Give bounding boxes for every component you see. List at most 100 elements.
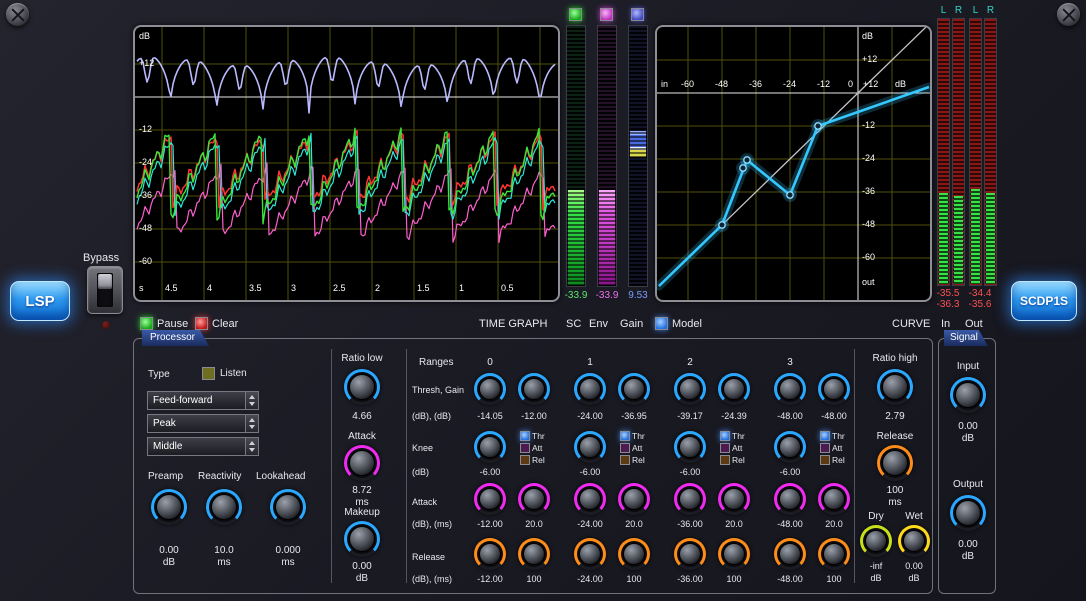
range3-knee-att-checkbox[interactable] [820, 443, 830, 453]
range3-knee-knob[interactable] [774, 431, 806, 463]
model-button[interactable]: SCDP1S [1011, 281, 1077, 321]
range0-knee-att-checkbox[interactable] [520, 443, 530, 453]
listen-label[interactable]: Listen [220, 368, 247, 380]
range2-release-level-knob[interactable] [674, 538, 706, 570]
ratio-low-knob[interactable] [344, 369, 380, 405]
clear-checkbox[interactable] [195, 317, 208, 330]
range3-release-time-knob[interactable] [818, 538, 850, 570]
sc-meter-toggle[interactable] [569, 8, 582, 21]
thresh-row-label: Thresh, Gain [412, 385, 472, 396]
mode-select-spinner[interactable] [246, 391, 259, 410]
range0-knee-knob[interactable] [474, 431, 506, 463]
clear-label[interactable]: Clear [212, 318, 238, 331]
range1-knee-thr-label[interactable]: Thr [632, 431, 645, 441]
range2-knee-thr-checkbox[interactable] [720, 431, 730, 441]
range3-gain-knob[interactable] [818, 373, 850, 405]
model-label[interactable]: Model [672, 318, 702, 331]
env-meter-toggle[interactable] [600, 8, 613, 21]
chevron-up-icon[interactable] [249, 395, 255, 399]
env-label[interactable]: Env [589, 318, 608, 331]
range0-gain-knob[interactable] [518, 373, 550, 405]
listen-checkbox[interactable] [202, 367, 215, 380]
range0-release-level-knob[interactable] [474, 538, 506, 570]
range1-release-time-knob[interactable] [618, 538, 650, 570]
bypass-switch-knob [98, 274, 112, 289]
range1-knee-knob[interactable] [574, 431, 606, 463]
range0-knee-att-label[interactable]: Att [532, 443, 542, 453]
in-meter-label[interactable]: In [941, 318, 950, 331]
attack-knob[interactable] [344, 445, 380, 481]
range1-attack-level-knob[interactable] [574, 483, 606, 515]
range0-attack-level-knob[interactable] [474, 483, 506, 515]
pause-checkbox[interactable] [140, 317, 153, 330]
range0-release-time-knob[interactable] [518, 538, 550, 570]
model-checkbox[interactable] [655, 317, 668, 330]
time-x-tick: 1.5 [417, 283, 430, 293]
sc-label[interactable]: SC [566, 318, 581, 331]
input-gain-knob[interactable] [950, 377, 986, 413]
mode-select[interactable]: Feed-forward [147, 391, 259, 410]
range3-threshold-knob[interactable] [774, 373, 806, 405]
range2-attack-level-knob[interactable] [674, 483, 706, 515]
bypass-switch[interactable] [87, 266, 123, 314]
range1-threshold-knob[interactable] [574, 373, 606, 405]
range1-knee-rel-checkbox[interactable] [620, 455, 630, 465]
ratio-high-knob[interactable] [877, 369, 913, 405]
range3-knee-rel-label[interactable]: Rel [832, 455, 845, 465]
range1-knee-att-label[interactable]: Att [632, 443, 642, 453]
range3-attack-level-knob[interactable] [774, 483, 806, 515]
chevron-down-icon[interactable] [249, 402, 255, 406]
chevron-down-icon[interactable] [249, 448, 255, 452]
makeup-knob[interactable] [344, 521, 380, 557]
lookahead-knob[interactable] [270, 489, 306, 525]
release-knob[interactable] [877, 445, 913, 481]
gain-meter-toggle[interactable] [631, 8, 644, 21]
chevron-up-icon[interactable] [249, 441, 255, 445]
channel-source-select[interactable]: Middle [147, 437, 259, 456]
range3-knee-thr-label[interactable]: Thr [832, 431, 845, 441]
range2-knee-thr-label[interactable]: Thr [732, 431, 745, 441]
range2-knee-rel-label[interactable]: Rel [732, 455, 745, 465]
range2-threshold-knob[interactable] [674, 373, 706, 405]
channel-source-spinner[interactable] [246, 437, 259, 456]
sidechain-type-spinner[interactable] [246, 414, 259, 433]
gain-label[interactable]: Gain [620, 318, 643, 331]
range1-knee-rel-label[interactable]: Rel [632, 455, 645, 465]
range0-knee-thr-label[interactable]: Thr [532, 431, 545, 441]
range2-gain-knob[interactable] [718, 373, 750, 405]
out-meter-label[interactable]: Out [965, 318, 983, 331]
range3-knee-rel-checkbox[interactable] [820, 455, 830, 465]
range3-knee-att-label[interactable]: Att [832, 443, 842, 453]
range3-release-level-knob[interactable] [774, 538, 806, 570]
range1-release-level-knob[interactable] [574, 538, 606, 570]
wet-knob[interactable] [898, 525, 930, 557]
dry-knob[interactable] [860, 525, 892, 557]
range2-release-time-knob[interactable] [718, 538, 750, 570]
range0-attack-time-knob[interactable] [518, 483, 550, 515]
range1-knee-att-checkbox[interactable] [620, 443, 630, 453]
sidechain-type-select[interactable]: Peak [147, 414, 259, 433]
range2-knee-knob[interactable] [674, 431, 706, 463]
reactivity-knob[interactable] [206, 489, 242, 525]
range2-knee-att-checkbox[interactable] [720, 443, 730, 453]
range2-attack-time-knob[interactable] [718, 483, 750, 515]
preamp-knob[interactable] [151, 489, 187, 525]
chevron-up-icon[interactable] [249, 418, 255, 422]
range0-threshold-knob[interactable] [474, 373, 506, 405]
range0-knee-thr-checkbox[interactable] [520, 431, 530, 441]
range2-knee-att-label[interactable]: Att [732, 443, 742, 453]
range1-attack-time-knob[interactable] [618, 483, 650, 515]
range3-knee-thr-checkbox[interactable] [820, 431, 830, 441]
range0-knee-rel-label[interactable]: Rel [532, 455, 545, 465]
chevron-down-icon[interactable] [249, 425, 255, 429]
makeup-value: 0.00 [340, 561, 384, 573]
range0-knee-rel-checkbox[interactable] [520, 455, 530, 465]
pause-label[interactable]: Pause [157, 318, 188, 331]
lsp-logo-button[interactable]: LSP [10, 281, 70, 321]
range-header-0: 0 [470, 357, 510, 369]
output-gain-knob[interactable] [950, 495, 986, 531]
range3-attack-time-knob[interactable] [818, 483, 850, 515]
range2-knee-rel-checkbox[interactable] [720, 455, 730, 465]
range1-knee-thr-checkbox[interactable] [620, 431, 630, 441]
range1-gain-knob[interactable] [618, 373, 650, 405]
